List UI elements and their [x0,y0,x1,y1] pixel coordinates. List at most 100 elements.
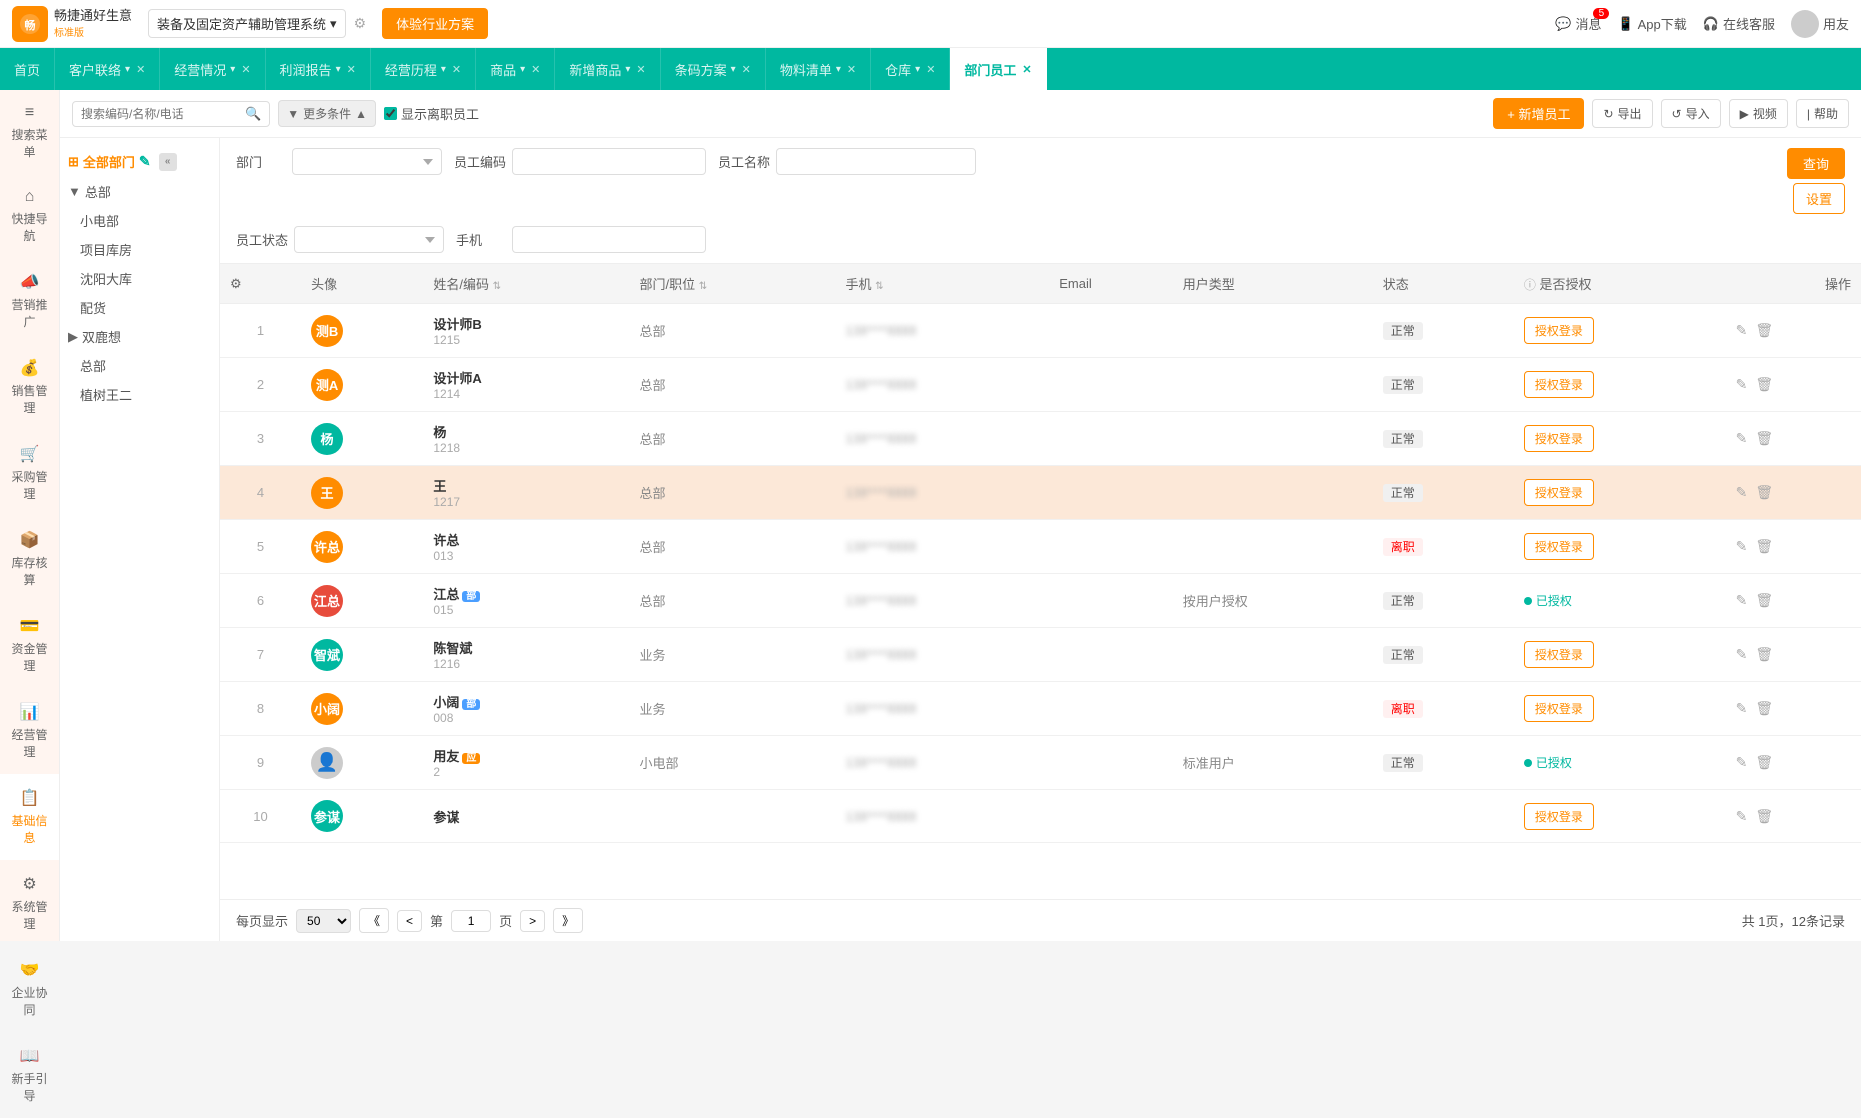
edit-icon[interactable]: ✎ [1736,646,1748,663]
tab-history[interactable]: 经营历程 ▾ ✕ [371,48,476,90]
edit-icon[interactable]: ✎ [1736,808,1748,825]
tab-bom-close[interactable]: ✕ [847,63,856,76]
dept-node-shenyang[interactable]: 沈阳大库 [60,264,219,293]
delete-icon[interactable]: 🗑 [1755,646,1773,663]
edit-icon[interactable]: ✎ [1736,538,1748,555]
dept-node-hq2[interactable]: 总部 [60,351,219,380]
col-dept[interactable]: 部门/职位 ⇅ [629,264,835,304]
page-input[interactable] [451,910,491,932]
tab-barcode-close[interactable]: ✕ [742,63,751,76]
edit-icon[interactable]: ✎ [1736,484,1748,501]
row-auth[interactable]: 授权登录 [1514,520,1726,574]
row-auth[interactable]: 授权登录 [1514,682,1726,736]
dept-edit-icon[interactable]: ✎ [139,153,151,170]
tab-customer-close[interactable]: ✕ [136,63,145,76]
tab-operations[interactable]: 经营情况 ▾ ✕ [160,48,265,90]
filter-status-select[interactable] [294,226,444,253]
edit-icon[interactable]: ✎ [1736,592,1748,609]
tab-goods-close[interactable]: ✕ [531,63,540,76]
tab-history-close[interactable]: ✕ [452,63,461,76]
row-auth[interactable]: 授权登录 [1514,466,1726,520]
add-employee-button[interactable]: + 新增员工 [1493,98,1584,129]
video-button[interactable]: ▶ 视频 [1729,99,1788,128]
online-service-button[interactable]: 🎧 在线客服 [1703,14,1775,33]
edit-icon[interactable]: ✎ [1736,376,1748,393]
tab-goods[interactable]: 商品 ▾ ✕ [476,48,555,90]
filter-empname-input[interactable] [776,148,976,175]
edit-icon[interactable]: ✎ [1736,700,1748,717]
tab-bom[interactable]: 物料清单 ▾ ✕ [766,48,871,90]
filter-phone-input[interactable] [512,226,706,253]
sidebar-nav-base[interactable]: 📋 基础信息 [0,774,59,860]
auth-button[interactable]: 授权登录 [1524,803,1594,830]
help-button[interactable]: | 帮助 [1796,99,1849,128]
sidebar-nav-shortcut[interactable]: ⌂ 快捷导航 [0,174,59,258]
sidebar-nav-guide[interactable]: 📖 新手引导 [0,1032,59,1118]
delete-icon[interactable]: 🗑 [1755,322,1773,339]
col-name[interactable]: 姓名/编码 ⇅ [423,264,629,304]
filter-empcode-input[interactable] [512,148,706,175]
dept-node-project[interactable]: 项目库房 [60,235,219,264]
query-button[interactable]: 查询 [1787,148,1845,179]
system-selector[interactable]: 装备及固定资产辅助管理系统 ▾ [148,9,346,38]
dept-node-shuanglu[interactable]: ▶ 双鹿想 [60,322,219,351]
tab-employee-close[interactable]: ✕ [1022,63,1031,76]
sidebar-nav-sales[interactable]: 💰 销售管理 [0,344,59,430]
tab-profit[interactable]: 利润报告 ▾ ✕ [266,48,371,90]
row-auth[interactable]: 授权登录 [1514,412,1726,466]
tab-operations-close[interactable]: ✕ [241,63,250,76]
row-auth[interactable]: 授权登录 [1514,304,1726,358]
sidebar-nav-search[interactable]: ≡ 搜索菜单 [0,90,59,174]
app-download-button[interactable]: 📱 App下载 [1617,14,1686,33]
auth-button[interactable]: 授权登录 [1524,533,1594,560]
message-button[interactable]: 💬 消息 5 [1555,14,1601,33]
tab-customer[interactable]: 客户联络 ▾ ✕ [55,48,160,90]
tab-employee[interactable]: 部门员工 ✕ [950,48,1046,90]
tab-profit-close[interactable]: ✕ [347,63,356,76]
sidebar-nav-inventory[interactable]: 📦 库存核算 [0,516,59,602]
col-phone[interactable]: 手机 ⇅ [836,264,1050,304]
dept-node-headquarter[interactable]: ▼ 总部 [60,177,219,206]
sidebar-nav-operations[interactable]: 📊 经营管理 [0,688,59,774]
delete-icon[interactable]: 🗑 [1755,700,1773,717]
trial-button[interactable]: 体验行业方案 [382,8,488,39]
show-resigned-checkbox[interactable]: 显示离职员工 [384,104,479,123]
row-auth[interactable]: 授权登录 [1514,628,1726,682]
dept-node-dispatch[interactable]: 配货 [60,293,219,322]
prev-page-button[interactable]: < [397,910,422,932]
delete-icon[interactable]: 🗑 [1755,430,1773,447]
delete-icon[interactable]: 🗑 [1755,808,1773,825]
export-button[interactable]: ↻ 导出 [1592,99,1652,128]
edit-icon[interactable]: ✎ [1736,430,1748,447]
sidebar-nav-purchase[interactable]: 🛒 采购管理 [0,430,59,516]
delete-icon[interactable]: 🗑 [1755,592,1773,609]
tab-new-goods-close[interactable]: ✕ [636,63,645,76]
sidebar-nav-collab[interactable]: 🤝 企业协同 [0,946,59,1032]
auth-button[interactable]: 授权登录 [1524,479,1594,506]
auth-button[interactable]: 授权登录 [1524,371,1594,398]
set-button[interactable]: 设置 [1793,183,1845,214]
user-menu[interactable]: 用友 [1791,10,1849,38]
auth-button[interactable]: 授权登录 [1524,641,1594,668]
search-input[interactable] [81,107,241,121]
sidebar-nav-marketing[interactable]: 📣 营销推广 [0,258,59,344]
edit-icon[interactable]: ✎ [1736,322,1748,339]
more-filter-button[interactable]: ▼ 更多条件 ▲ [278,100,376,127]
delete-icon[interactable]: 🗑 [1755,538,1773,555]
col-settings[interactable]: ⚙ [220,264,301,304]
auth-button[interactable]: 授权登录 [1524,425,1594,452]
dept-node-tree[interactable]: 植树王二 [60,380,219,409]
collapse-icon[interactable]: « [159,153,177,171]
sidebar-nav-finance[interactable]: 💳 资金管理 [0,602,59,688]
tab-home[interactable]: 首页 [0,48,55,90]
settings-icon[interactable]: ⚙ [354,15,367,32]
delete-icon[interactable]: 🗑 [1755,376,1773,393]
row-auth[interactable]: 授权登录 [1514,358,1726,412]
auth-button[interactable]: 授权登录 [1524,317,1594,344]
tab-barcode[interactable]: 条码方案 ▾ ✕ [661,48,766,90]
dept-all-header[interactable]: ⊞ 全部部门 ✎ « [60,146,219,177]
sidebar-nav-system[interactable]: ⚙ 系统管理 [0,860,59,946]
import-button[interactable]: ↺ 导入 [1661,99,1721,128]
edit-icon[interactable]: ✎ [1736,754,1748,771]
tab-warehouse-close[interactable]: ✕ [926,63,935,76]
